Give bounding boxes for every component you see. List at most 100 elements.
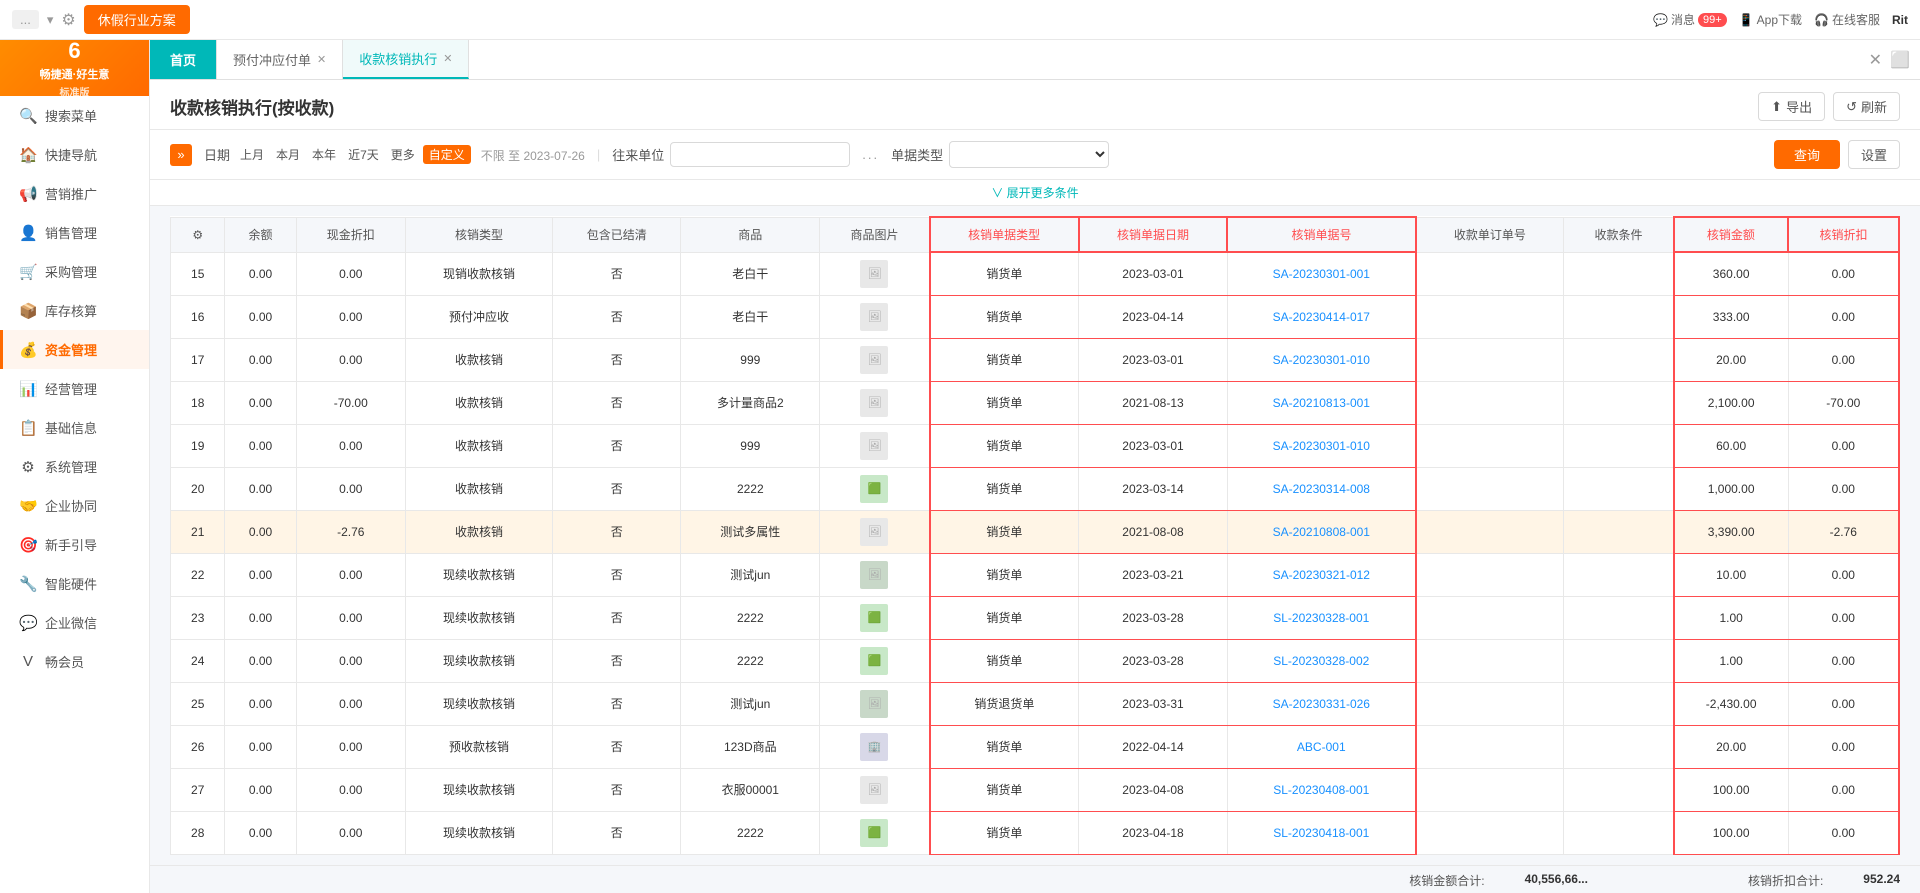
sidebar-label-1: 快捷导航 bbox=[45, 145, 97, 164]
sidebar-label-0: 搜索菜单 bbox=[45, 106, 97, 125]
cell-included_settled-10: 否 bbox=[553, 682, 681, 725]
cell-cancel_bill_no-5[interactable]: SA-20230314-008 bbox=[1227, 467, 1415, 510]
gear-icon[interactable]: ⚙ bbox=[61, 10, 75, 30]
cell-cash_discount-1: 0.00 bbox=[296, 295, 405, 338]
cell-included_settled-6: 否 bbox=[553, 510, 681, 553]
bill-type-select[interactable] bbox=[949, 141, 1109, 168]
sidebar-item-14[interactable]: V畅会员 bbox=[0, 642, 149, 681]
phone-icon: 📱 bbox=[1739, 13, 1754, 27]
solution-btn[interactable]: 休假行业方案 bbox=[84, 5, 190, 34]
sidebar-item-1[interactable]: 🏠快捷导航 bbox=[0, 135, 149, 174]
sidebar-item-10[interactable]: 🤝企业协同 bbox=[0, 486, 149, 525]
cell-cancel_bill_no-9[interactable]: SL-20230328-002 bbox=[1227, 639, 1415, 682]
cell-cash_discount-7: 0.00 bbox=[296, 553, 405, 596]
app-download-link[interactable]: 📱 App下载 bbox=[1739, 11, 1802, 28]
cell-cancel_bill_no-4[interactable]: SA-20230301-010 bbox=[1227, 424, 1415, 467]
cell-cancel_bill_no-2[interactable]: SA-20230301-010 bbox=[1227, 338, 1415, 381]
cell-receipt_order_no-3 bbox=[1416, 381, 1564, 424]
sidebar-item-0[interactable]: 🔍搜索菜单 bbox=[0, 96, 149, 135]
date-link-this-year[interactable]: 本年 bbox=[308, 144, 340, 165]
cell-cancel_type-12: 现续收款核销 bbox=[405, 768, 552, 811]
cell-cancel_bill_no-13[interactable]: SL-20230418-001 bbox=[1227, 811, 1415, 854]
cell-cash_discount-10: 0.00 bbox=[296, 682, 405, 725]
cell-cancel_amount-6: 3,390.00 bbox=[1674, 510, 1788, 553]
tab-cancel[interactable]: 收款核销执行 ✕ bbox=[343, 40, 469, 79]
filter-toggle-btn[interactable]: » bbox=[170, 144, 192, 166]
cell-cancel_bill_no-7[interactable]: SA-20230321-012 bbox=[1227, 553, 1415, 596]
date-link-last-month[interactable]: 上月 bbox=[236, 144, 268, 165]
cell-idx-12: 27 bbox=[171, 768, 225, 811]
cell-cancel_bill_date-9: 2023-03-28 bbox=[1079, 639, 1228, 682]
tab-cancel-close[interactable]: ✕ bbox=[443, 52, 452, 65]
cell-cancel_bill_no-10[interactable]: SA-20230331-026 bbox=[1227, 682, 1415, 725]
page-title: 收款核销执行(按收款) bbox=[170, 94, 334, 119]
date-custom-btn[interactable]: 自定义 bbox=[423, 145, 471, 164]
sidebar-icon-3: 👤 bbox=[19, 224, 37, 242]
cell-cancel_bill_no-8[interactable]: SL-20230328-001 bbox=[1227, 596, 1415, 639]
cell-goods_img-7: 🖼 bbox=[820, 553, 930, 596]
sidebar-item-3[interactable]: 👤 销售管理 bbox=[0, 213, 149, 252]
date-link-more[interactable]: 更多 bbox=[387, 144, 419, 165]
export-btn[interactable]: ⬆ 导出 bbox=[1758, 92, 1825, 121]
cell-cancel_bill_no-11[interactable]: ABC-001 bbox=[1227, 725, 1415, 768]
cell-cancel_bill_no-6[interactable]: SA-20210808-001 bbox=[1227, 510, 1415, 553]
cell-included_settled-7: 否 bbox=[553, 553, 681, 596]
cell-cancel_bill_type-12: 销货单 bbox=[930, 768, 1079, 811]
date-link-this-month[interactable]: 本月 bbox=[272, 144, 304, 165]
sidebar-item-8[interactable]: 📋基础信息 bbox=[0, 408, 149, 447]
messages-link[interactable]: 💬 消息 99+ bbox=[1653, 11, 1727, 28]
sidebar-item-12[interactable]: 🔧智能硬件 bbox=[0, 564, 149, 603]
cell-cancel_bill_no-0[interactable]: SA-20230301-001 bbox=[1227, 252, 1415, 295]
cell-cancel_bill_no-12[interactable]: SL-20230408-001 bbox=[1227, 768, 1415, 811]
cell-cancel_bill_no-3[interactable]: SA-20210813-001 bbox=[1227, 381, 1415, 424]
sidebar-label-4: 采购管理 bbox=[45, 262, 97, 281]
sidebar-item-11[interactable]: 🎯新手引导 bbox=[0, 525, 149, 564]
refresh-btn[interactable]: ↺ 刷新 bbox=[1833, 92, 1900, 121]
dropdown-icon[interactable]: ▾ bbox=[47, 12, 54, 28]
tab-prepay-close[interactable]: ✕ bbox=[317, 53, 326, 66]
sidebar-item-2[interactable]: 📢营销推广 bbox=[0, 174, 149, 213]
cell-cancel_bill_no-1[interactable]: SA-20230414-017 bbox=[1227, 295, 1415, 338]
expand-more-label: ∨ 展开更多条件 bbox=[991, 186, 1078, 200]
tab-home[interactable]: 首页 bbox=[150, 40, 217, 79]
company-name[interactable]: ... bbox=[12, 10, 39, 29]
cell-cancel_bill_date-0: 2023-03-01 bbox=[1079, 252, 1228, 295]
cell-cancel_bill_type-10: 销货退货单 bbox=[930, 682, 1079, 725]
sidebar-item-6[interactable]: 💰资金管理 bbox=[0, 330, 149, 369]
tab-prepay[interactable]: 预付冲应付单 ✕ bbox=[217, 40, 343, 79]
sidebar-item-5[interactable]: 📦库存核算 bbox=[0, 291, 149, 330]
headset-icon: 🎧 bbox=[1814, 13, 1829, 27]
expand-more-bar[interactable]: ∨ 展开更多条件 bbox=[150, 180, 1920, 206]
filter-bar: » 日期 上月 本月 本年 近7天 更多 自定义 不限 至 2023-07-26 bbox=[150, 130, 1920, 180]
sidebar-item-13[interactable]: 💬企业微信 bbox=[0, 603, 149, 642]
online-service-link[interactable]: 🎧 在线客服 bbox=[1814, 11, 1880, 28]
col-header-receipt_cond: 收款条件 bbox=[1564, 217, 1674, 252]
discount-value: 952.24 bbox=[1863, 872, 1900, 889]
cell-receipt_cond-0 bbox=[1564, 252, 1674, 295]
sidebar-label-3: 销售管理 bbox=[45, 223, 97, 242]
cell-cancel_amount-7: 10.00 bbox=[1674, 553, 1788, 596]
sidebar-item-4[interactable]: 🛒采购管理 bbox=[0, 252, 149, 291]
cell-cancel_bill_date-5: 2023-03-14 bbox=[1079, 467, 1228, 510]
cell-goods-7: 测试jun bbox=[681, 553, 820, 596]
user-name[interactable]: Rit bbox=[1892, 13, 1908, 27]
cell-goods_img-5: 🟩 bbox=[820, 467, 930, 510]
cell-goods_img-10: 🖼 bbox=[820, 682, 930, 725]
table-row: 260.000.00预收款核销否123D商品🏢销货单2022-04-14ABC-… bbox=[171, 725, 1900, 768]
col-header-cancel_bill_date: 核销单据日期 bbox=[1079, 217, 1228, 252]
cell-cancel_amount-12: 100.00 bbox=[1674, 768, 1788, 811]
sidebar-item-7[interactable]: 📊经营管理 bbox=[0, 369, 149, 408]
settings-btn[interactable]: 设置 bbox=[1848, 140, 1900, 169]
cell-goods_img-0: 🖼 bbox=[820, 252, 930, 295]
cell-included_settled-0: 否 bbox=[553, 252, 681, 295]
cell-cancel_amount-8: 1.00 bbox=[1674, 596, 1788, 639]
cell-receipt_order_no-9 bbox=[1416, 639, 1564, 682]
from-unit-input[interactable] bbox=[670, 142, 850, 167]
cell-included_settled-1: 否 bbox=[553, 295, 681, 338]
tab-expand-icon[interactable]: ⬜ bbox=[1890, 50, 1910, 70]
query-btn[interactable]: 查询 bbox=[1774, 140, 1840, 169]
tab-close-icon[interactable]: ✕ bbox=[1869, 50, 1882, 70]
cell-receipt_order_no-5 bbox=[1416, 467, 1564, 510]
sidebar-item-9[interactable]: ⚙系统管理 bbox=[0, 447, 149, 486]
date-link-7days[interactable]: 近7天 bbox=[344, 144, 383, 165]
